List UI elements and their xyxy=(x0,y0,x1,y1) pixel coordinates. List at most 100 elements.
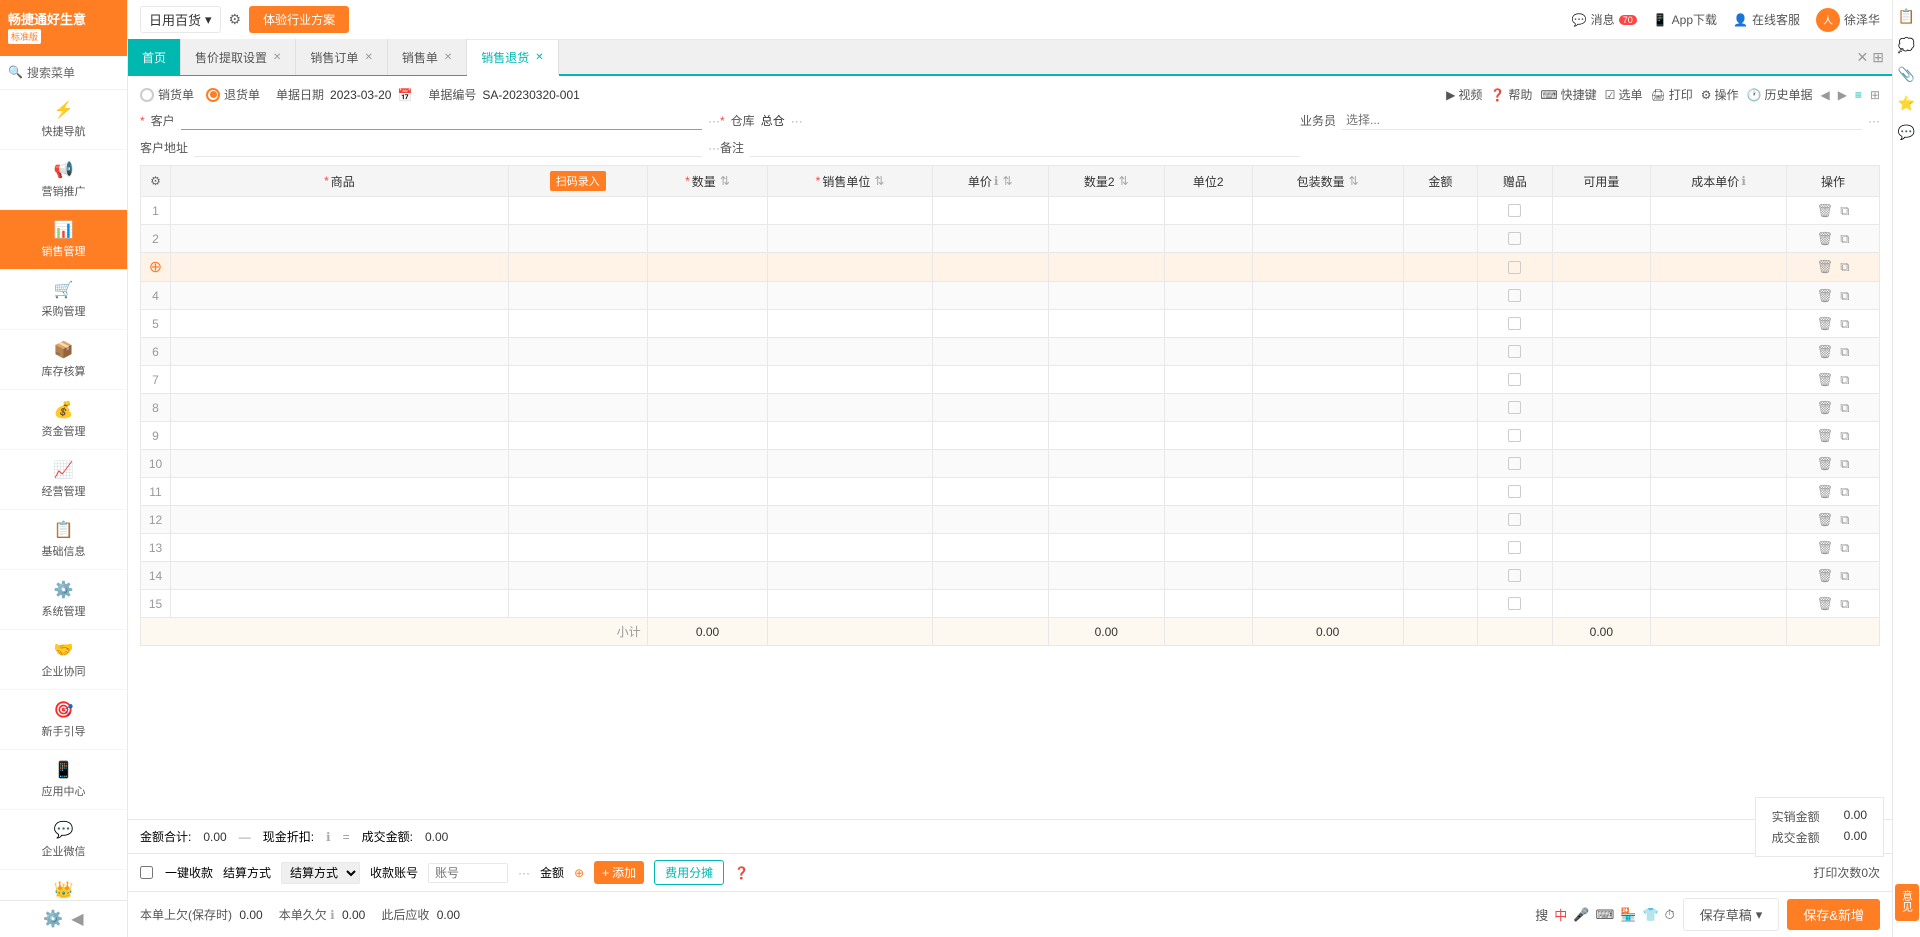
calc-method-select[interactable]: 结算方式 xyxy=(281,862,360,884)
table-view-icon[interactable]: ⊞ xyxy=(1870,88,1880,102)
pack-qty-sort-icon[interactable]: ⇅ xyxy=(1349,174,1359,188)
delete-row-icon-5[interactable]: 🗑 xyxy=(1816,316,1833,331)
calendar-icon[interactable]: 📅 xyxy=(397,88,412,102)
copy-row-icon-14[interactable]: ⧉ xyxy=(1840,568,1849,583)
row-gift-11[interactable] xyxy=(1478,478,1552,506)
save-new-btn[interactable]: 保存&新增 xyxy=(1787,899,1880,930)
row-qty-4[interactable] xyxy=(647,282,768,310)
row-gift-8[interactable] xyxy=(1478,394,1552,422)
warehouse-more-icon[interactable]: ··· xyxy=(791,114,803,128)
copy-row-icon-2[interactable]: ⧉ xyxy=(1840,231,1849,246)
print-btn[interactable]: 🖨 打印 xyxy=(1650,86,1692,103)
row-product-6[interactable] xyxy=(171,338,509,366)
tab-close-sale-return[interactable]: ✕ xyxy=(535,52,543,63)
sidebar-item-inventory[interactable]: 📦 库存核算 xyxy=(0,330,127,390)
grid-view-icon[interactable]: ≡ xyxy=(1855,88,1862,102)
sidebar-item-quick-nav[interactable]: ⚡ 快捷导航 xyxy=(0,90,127,150)
collapse-icon[interactable]: ◀ xyxy=(71,909,83,929)
delete-row-icon-7[interactable]: 🗑 xyxy=(1816,372,1833,387)
copy-row-icon-15[interactable]: ⧉ xyxy=(1840,596,1849,611)
video-btn[interactable]: ▶ 视频 xyxy=(1446,86,1482,103)
row-gift-10[interactable] xyxy=(1478,450,1552,478)
discount-info-icon[interactable]: ℹ xyxy=(326,830,331,844)
customer-more-icon[interactable]: ··· xyxy=(708,114,720,128)
copy-row-icon-7[interactable]: ⧉ xyxy=(1840,372,1849,387)
expense-btn[interactable]: 费用分摊 xyxy=(654,860,724,885)
tab-sale-order[interactable]: 销售订单 ✕ xyxy=(296,39,387,75)
cost-price-info-icon[interactable]: ℹ xyxy=(1741,174,1746,188)
scan-btn[interactable]: 扫码录入 xyxy=(550,171,606,191)
select-single-btn[interactable]: ☑ 选单 xyxy=(1605,86,1643,103)
tab-expand-icon[interactable]: ⊞ xyxy=(1872,49,1884,66)
gift-checkbox-12[interactable] xyxy=(1508,513,1521,526)
tab-close-sale-price[interactable]: ✕ xyxy=(273,52,281,63)
copy-row-icon-10[interactable]: ⧉ xyxy=(1840,456,1849,471)
row-gift-2[interactable] xyxy=(1478,225,1552,253)
tab-close-sale-goods[interactable]: ✕ xyxy=(444,52,452,63)
row-product-9[interactable] xyxy=(171,422,509,450)
row-qty-3[interactable] xyxy=(647,253,768,282)
row-product-13[interactable] xyxy=(171,534,509,562)
sidebar-item-guide[interactable]: 🎯 新手引导 xyxy=(0,690,127,750)
row-gift-1[interactable] xyxy=(1478,197,1552,225)
product-input-3[interactable] xyxy=(177,260,502,274)
tab-home[interactable]: 首页 xyxy=(128,39,181,75)
row-qty-2[interactable] xyxy=(647,225,768,253)
row-gift-6[interactable] xyxy=(1478,338,1552,366)
right-panel-icon-1[interactable]: 📋 xyxy=(1898,8,1915,25)
qty2-sort-icon[interactable]: ⇅ xyxy=(1119,174,1129,188)
topbar-gear-icon[interactable]: ⚙ xyxy=(229,11,242,28)
sidebar-search[interactable]: 🔍 搜索菜单 xyxy=(0,56,127,90)
row-product-15[interactable] xyxy=(171,590,509,618)
gift-checkbox-6[interactable] xyxy=(1508,345,1521,358)
th-gear[interactable]: ⚙ xyxy=(141,166,171,197)
operate-btn[interactable]: ⚙ 操作 xyxy=(1701,86,1739,103)
delete-row-icon-9[interactable]: 🗑 xyxy=(1816,428,1833,443)
row-product-12[interactable] xyxy=(171,506,509,534)
gift-checkbox-14[interactable] xyxy=(1508,569,1521,582)
row-gift-14[interactable] xyxy=(1478,562,1552,590)
copy-row-icon-12[interactable]: ⧉ xyxy=(1840,512,1849,527)
delete-row-icon-12[interactable]: 🗑 xyxy=(1816,512,1833,527)
single-owe-info[interactable]: ℹ xyxy=(330,908,335,922)
sidebar-item-basic[interactable]: 📋 基础信息 xyxy=(0,510,127,570)
row-product-5[interactable] xyxy=(171,310,509,338)
sidebar-item-enterprise[interactable]: 🤝 企业协同 xyxy=(0,630,127,690)
row-qty-6[interactable] xyxy=(647,338,768,366)
customer-input[interactable] xyxy=(181,111,702,130)
gift-checkbox-11[interactable] xyxy=(1508,485,1521,498)
delete-row-icon-2[interactable]: 🗑 xyxy=(1816,231,1833,246)
row-gift-5[interactable] xyxy=(1478,310,1552,338)
row-gift-12[interactable] xyxy=(1478,506,1552,534)
gift-checkbox-1[interactable] xyxy=(1508,204,1521,217)
app-download-btn[interactable]: 📱 App下载 xyxy=(1653,11,1717,28)
gift-checkbox-2[interactable] xyxy=(1508,232,1521,245)
address-input[interactable] xyxy=(194,138,702,157)
copy-row-icon-6[interactable]: ⧉ xyxy=(1840,344,1849,359)
copy-row-icon-11[interactable]: ⧉ xyxy=(1840,484,1849,499)
gift-checkbox-10[interactable] xyxy=(1508,457,1521,470)
row-product-10[interactable] xyxy=(171,450,509,478)
feedback-icon[interactable]: 意见 xyxy=(1895,884,1919,921)
save-draft-btn[interactable]: 保存草稿 ▾ xyxy=(1683,898,1780,931)
gift-checkbox-8[interactable] xyxy=(1508,401,1521,414)
right-panel-icon-5[interactable]: 💬 xyxy=(1898,124,1915,141)
experience-btn[interactable]: 体验行业方案 xyxy=(249,6,349,33)
address-more-icon[interactable]: ··· xyxy=(708,141,720,155)
row-qty-5[interactable] xyxy=(647,310,768,338)
row-gift-3[interactable] xyxy=(1478,253,1552,282)
gear-icon[interactable]: ⚙ xyxy=(150,174,161,188)
unit-price-sort-icon[interactable]: ⇅ xyxy=(1002,174,1012,188)
copy-row-icon-3[interactable]: ⧉ xyxy=(1840,259,1849,274)
row-qty-10[interactable] xyxy=(647,450,768,478)
copy-row-icon-8[interactable]: ⧉ xyxy=(1840,400,1849,415)
right-panel-icon-4[interactable]: ⭐ xyxy=(1898,95,1915,112)
user-profile[interactable]: 人 徐泽华 xyxy=(1816,8,1880,32)
online-service-btn[interactable]: 👤 在线客服 xyxy=(1733,11,1800,28)
copy-row-icon-1[interactable]: ⧉ xyxy=(1840,203,1849,218)
delete-row-icon-1[interactable]: 🗑 xyxy=(1816,203,1833,218)
row-qty-14[interactable] xyxy=(647,562,768,590)
tab-close-all-icon[interactable]: ✕ xyxy=(1857,49,1869,66)
add-row-icon[interactable]: ⊕ xyxy=(149,259,162,276)
add-payment-btn[interactable]: + 添加 xyxy=(594,861,644,884)
